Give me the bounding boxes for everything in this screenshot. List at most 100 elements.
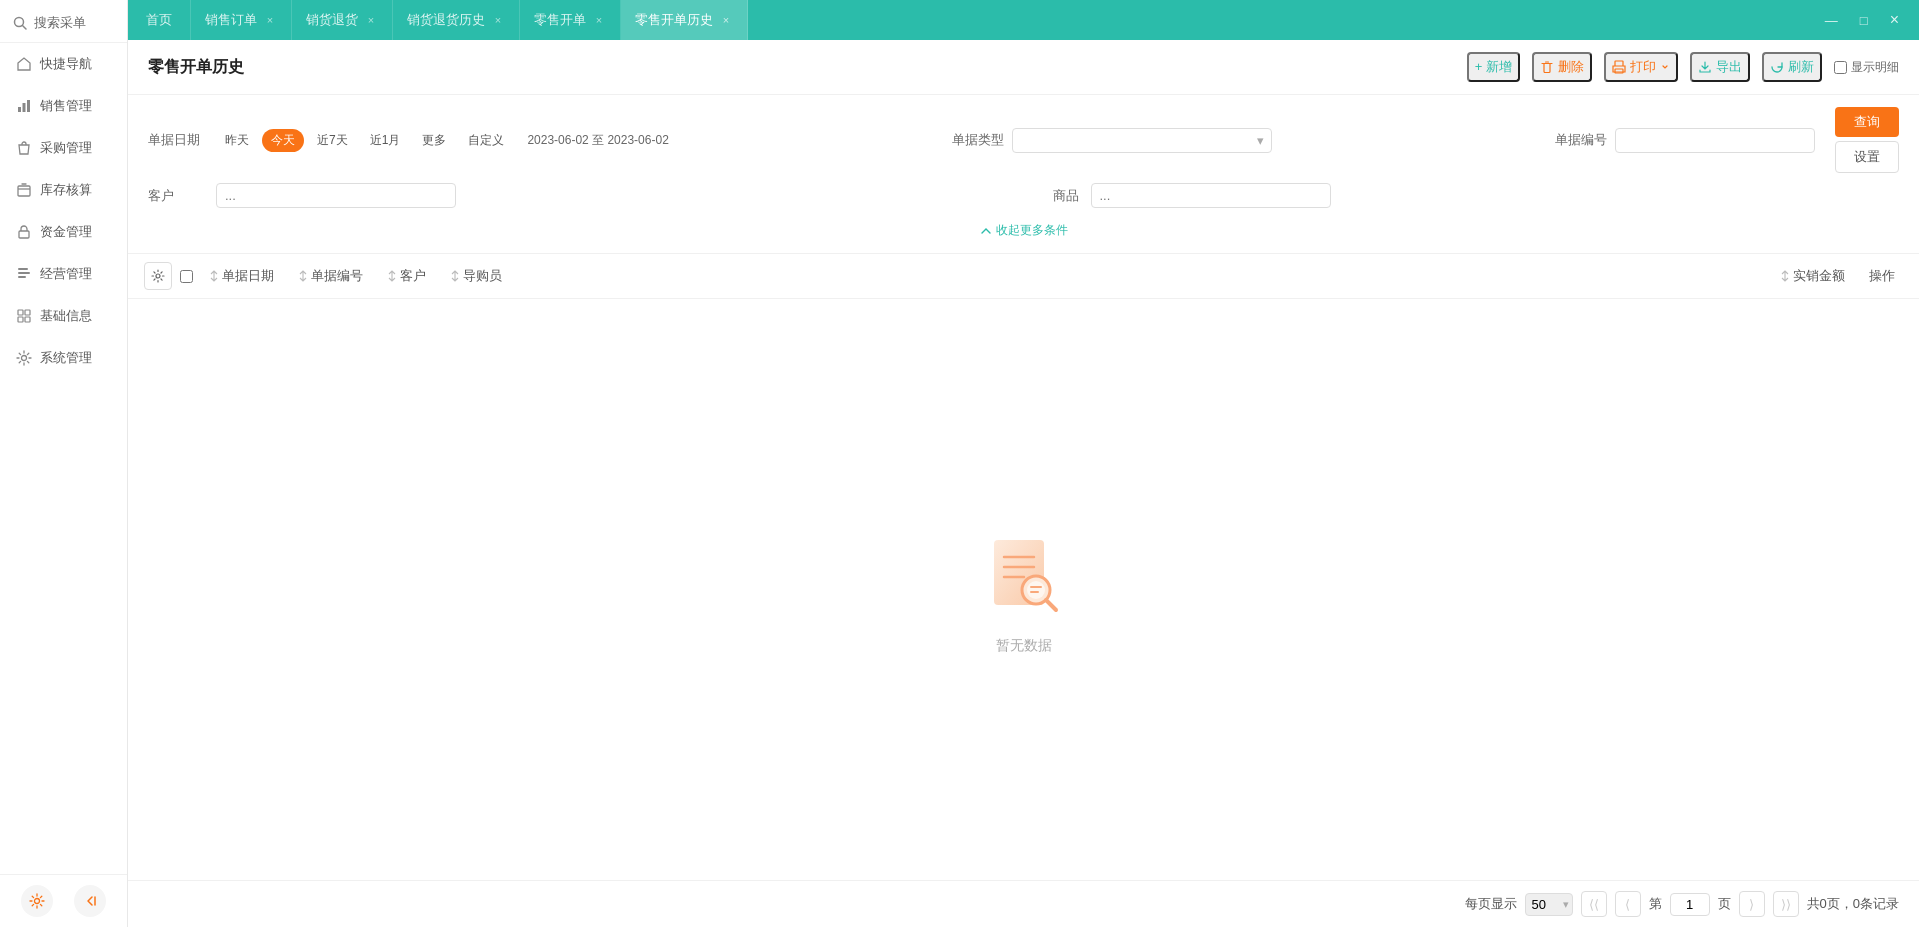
- svg-rect-9: [18, 268, 28, 270]
- sidebar-search-label: 搜索采单: [34, 14, 86, 32]
- bar-icon: [16, 266, 32, 282]
- svg-point-14: [22, 356, 27, 361]
- date-btn-more[interactable]: 更多: [413, 129, 455, 152]
- customer-filter-input[interactable]: [216, 183, 456, 208]
- date-btn-today[interactable]: 今天: [262, 129, 304, 152]
- print-chevron-icon: [1660, 62, 1670, 72]
- col-guide: 导购员: [442, 267, 510, 285]
- delete-label: 删除: [1558, 58, 1584, 76]
- svg-rect-8: [18, 276, 26, 278]
- filter-row-1: 单据日期 昨天 今天 近7天 近1月 更多 自定义 2023-06-02 至 2…: [148, 107, 1899, 173]
- date-btn-yesterday[interactable]: 昨天: [216, 129, 258, 152]
- add-button[interactable]: + 新增: [1467, 52, 1520, 82]
- empty-text: 暂无数据: [996, 637, 1052, 655]
- tab-retail-open-history[interactable]: 零售开单历史 ×: [621, 0, 748, 40]
- product-filter-label: 商品: [1053, 187, 1083, 205]
- empty-state: 暂无数据: [974, 525, 1074, 655]
- page-first-button[interactable]: ⟨⟨: [1581, 891, 1607, 917]
- per-page-select[interactable]: 20 50 100 200: [1525, 893, 1573, 916]
- sort-icon-guide[interactable]: [450, 270, 460, 282]
- tab-sales-return[interactable]: 销货退货 ×: [292, 0, 393, 40]
- number-filter-label: 单据编号: [1555, 131, 1607, 149]
- date-btn-custom[interactable]: 自定义: [459, 129, 513, 152]
- number-filter-input[interactable]: [1615, 128, 1815, 153]
- table-settings-button[interactable]: [144, 262, 172, 290]
- filter-area: 单据日期 昨天 今天 近7天 近1月 更多 自定义 2023-06-02 至 2…: [128, 95, 1919, 254]
- settings-icon: [16, 350, 32, 366]
- export-icon: [1698, 60, 1712, 74]
- export-button[interactable]: 导出: [1690, 52, 1750, 82]
- refresh-button[interactable]: 刷新: [1762, 52, 1822, 82]
- tab-retail-open[interactable]: 零售开单 ×: [520, 0, 621, 40]
- tab-retail-open-close[interactable]: ×: [592, 13, 606, 27]
- date-btn-1month[interactable]: 近1月: [361, 129, 410, 152]
- window-min-button[interactable]: —: [1819, 11, 1844, 30]
- tab-sales-order-label: 销售订单: [205, 11, 257, 29]
- tab-sales-order-close[interactable]: ×: [263, 13, 277, 27]
- sort-icon-date[interactable]: [209, 270, 219, 282]
- sidebar-item-stock-check[interactable]: 库存核算: [0, 169, 127, 211]
- date-btn-7days[interactable]: 近7天: [308, 129, 357, 152]
- select-all-checkbox[interactable]: [180, 270, 193, 283]
- sidebar-item-finance-mgmt[interactable]: 资金管理: [0, 211, 127, 253]
- select-all-wrap: [180, 270, 193, 283]
- bag-icon: [16, 140, 32, 156]
- tab-sales-return-history-close[interactable]: ×: [491, 13, 505, 27]
- tab-sales-return-history[interactable]: 销货退货历史 ×: [393, 0, 520, 40]
- filter-settings-button[interactable]: 设置: [1835, 141, 1899, 173]
- show-detail-checkbox[interactable]: [1834, 61, 1847, 74]
- svg-point-25: [1027, 581, 1045, 599]
- type-filter-select[interactable]: [1012, 128, 1272, 153]
- sidebar-item-purchase-mgmt[interactable]: 采购管理: [0, 127, 127, 169]
- date-range-display: 2023-06-02 至 2023-06-02: [527, 132, 668, 149]
- collapse-row: 收起更多条件: [148, 218, 1899, 247]
- sort-icon-number[interactable]: [298, 270, 308, 282]
- page-prev-button[interactable]: ⟨: [1615, 891, 1641, 917]
- sidebar-item-quick-nav[interactable]: 快捷导航: [0, 43, 127, 85]
- print-button[interactable]: 打印: [1604, 52, 1678, 82]
- delete-button[interactable]: 删除: [1532, 52, 1592, 82]
- sidebar-item-sales-mgmt[interactable]: 销售管理: [0, 85, 127, 127]
- sidebar: 搜索采单 快捷导航 销售管理 采购管理: [0, 0, 128, 927]
- query-button[interactable]: 查询: [1835, 107, 1899, 137]
- window-max-button[interactable]: □: [1854, 11, 1874, 30]
- grid-icon: [16, 308, 32, 324]
- sidebar-settings-button[interactable]: [21, 885, 53, 917]
- sidebar-item-basic-info[interactable]: 基础信息: [0, 295, 127, 337]
- sidebar-item-label: 采购管理: [40, 139, 92, 157]
- page-next-button[interactable]: ⟩: [1739, 891, 1765, 917]
- svg-rect-13: [25, 317, 30, 322]
- page-header: 零售开单历史 + 新增 删除 打印: [128, 40, 1919, 95]
- print-icon: [1612, 60, 1626, 74]
- svg-rect-17: [1615, 61, 1623, 66]
- sort-icon-amount[interactable]: [1780, 270, 1790, 282]
- collapse-button[interactable]: 收起更多条件: [980, 222, 1068, 239]
- top-nav: 首页 销售订单 × 销货退货 × 销货退货历史 × 零售开单 × 零售开单历史 …: [128, 0, 1919, 40]
- tab-home[interactable]: 首页: [128, 0, 191, 40]
- svg-rect-18: [1615, 69, 1623, 73]
- svg-rect-2: [18, 107, 21, 112]
- sort-icon-customer[interactable]: [387, 270, 397, 282]
- sidebar-item-operations-mgmt[interactable]: 经营管理: [0, 253, 127, 295]
- print-label: 打印: [1630, 58, 1656, 76]
- type-filter-label: 单据类型: [952, 131, 1004, 149]
- tab-retail-open-history-close[interactable]: ×: [719, 13, 733, 27]
- date-filter-label: 单据日期: [148, 131, 208, 149]
- sidebar-collapse-button[interactable]: [74, 885, 106, 917]
- delete-icon: [1540, 60, 1554, 74]
- tab-sales-return-close[interactable]: ×: [364, 13, 378, 27]
- sidebar-item-label: 基础信息: [40, 307, 92, 325]
- svg-rect-4: [27, 100, 30, 112]
- svg-rect-10: [18, 310, 23, 315]
- window-close-button[interactable]: ×: [1884, 9, 1905, 31]
- page-last-button[interactable]: ⟩⟩: [1773, 891, 1799, 917]
- show-detail-label: 显示明细: [1851, 59, 1899, 76]
- sidebar-search[interactable]: 搜索采单: [0, 0, 127, 43]
- total-info: 共0页，0条记录: [1807, 895, 1899, 913]
- product-filter-input[interactable]: [1091, 183, 1331, 208]
- sidebar-item-sys-mgmt[interactable]: 系统管理: [0, 337, 127, 379]
- type-filter-wrap: ▾: [1012, 128, 1272, 153]
- tab-sales-order[interactable]: 销售订单 ×: [191, 0, 292, 40]
- sidebar-menu: 快捷导航 销售管理 采购管理 库存核算: [0, 43, 127, 874]
- page-number-input[interactable]: [1670, 893, 1710, 916]
